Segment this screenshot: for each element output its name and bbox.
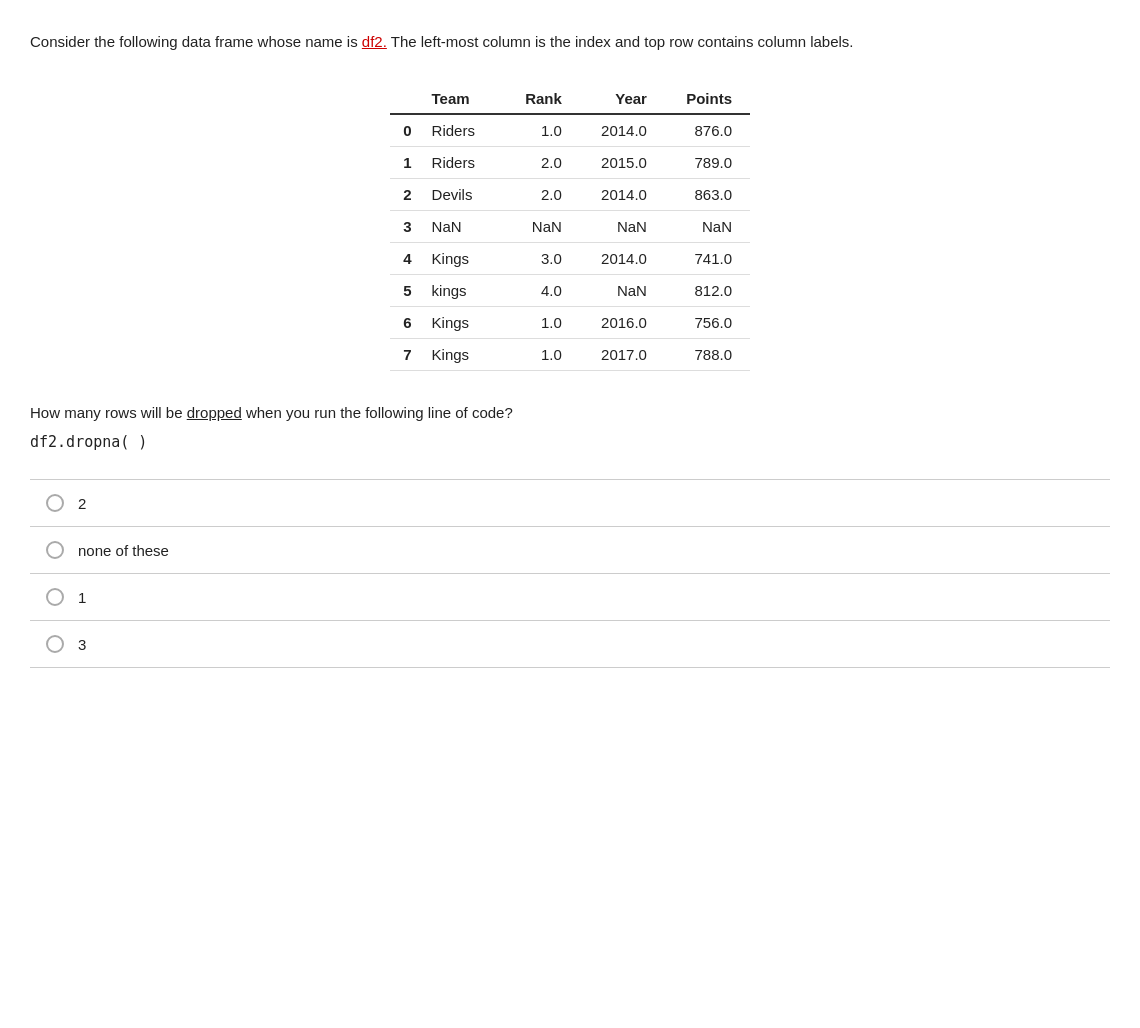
radio-button-opt-1[interactable]	[46, 588, 64, 606]
cell-year: 2014.0	[580, 243, 665, 275]
dataframe-table-container: Team Rank Year Points 0 Riders 1.0 2014.…	[30, 84, 1110, 371]
question-underline-word: dropped	[187, 404, 242, 421]
option-label-opt-3: 3	[78, 636, 86, 653]
col-team-header: Team	[424, 84, 506, 114]
radio-button-opt-3[interactable]	[46, 635, 64, 653]
cell-team: NaN	[424, 211, 506, 243]
cell-year: 2014.0	[580, 179, 665, 211]
table-row: 1 Riders 2.0 2015.0 789.0	[390, 147, 750, 179]
table-row: 5 kings 4.0 NaN 812.0	[390, 275, 750, 307]
intro-paragraph: Consider the following data frame whose …	[30, 30, 930, 54]
cell-index: 6	[390, 307, 424, 339]
option-label-opt-none-of-these: none of these	[78, 542, 169, 559]
col-index-header	[390, 84, 424, 114]
cell-points: 863.0	[665, 179, 750, 211]
cell-year: NaN	[580, 275, 665, 307]
table-row: 6 Kings 1.0 2016.0 756.0	[390, 307, 750, 339]
cell-points: 756.0	[665, 307, 750, 339]
intro-text-after: The left-most column is the index and to…	[387, 33, 854, 50]
intro-text-before: Consider the following data frame whose …	[30, 33, 362, 50]
option-item-opt-3[interactable]: 3	[30, 621, 1110, 668]
col-year-header: Year	[580, 84, 665, 114]
radio-button-opt-none-of-these[interactable]	[46, 541, 64, 559]
cell-points: 741.0	[665, 243, 750, 275]
table-row: 7 Kings 1.0 2017.0 788.0	[390, 339, 750, 371]
question-text: How many rows will be dropped when you r…	[30, 401, 1110, 425]
cell-year: 2015.0	[580, 147, 665, 179]
cell-index: 3	[390, 211, 424, 243]
answer-options: 2 none of these 1 3	[30, 479, 1110, 668]
cell-team: Kings	[424, 243, 506, 275]
cell-points: 876.0	[665, 114, 750, 147]
cell-team: Kings	[424, 339, 506, 371]
option-label-opt-1: 1	[78, 589, 86, 606]
col-points-header: Points	[665, 84, 750, 114]
cell-rank: 3.0	[506, 243, 580, 275]
dataframe-table: Team Rank Year Points 0 Riders 1.0 2014.…	[390, 84, 750, 371]
cell-rank: 1.0	[506, 339, 580, 371]
df2-name: df2.	[362, 33, 387, 50]
code-snippet: df2.dropna( )	[30, 433, 1110, 451]
cell-index: 2	[390, 179, 424, 211]
question-before: How many rows will be	[30, 404, 187, 421]
option-label-opt-2: 2	[78, 495, 86, 512]
cell-rank: 2.0	[506, 179, 580, 211]
table-row: 3 NaN NaN NaN NaN	[390, 211, 750, 243]
table-row: 0 Riders 1.0 2014.0 876.0	[390, 114, 750, 147]
cell-year: 2017.0	[580, 339, 665, 371]
cell-index: 5	[390, 275, 424, 307]
table-header-row: Team Rank Year Points	[390, 84, 750, 114]
cell-index: 0	[390, 114, 424, 147]
cell-team: Devils	[424, 179, 506, 211]
cell-index: 1	[390, 147, 424, 179]
cell-index: 4	[390, 243, 424, 275]
col-rank-header: Rank	[506, 84, 580, 114]
cell-points: 812.0	[665, 275, 750, 307]
table-row: 4 Kings 3.0 2014.0 741.0	[390, 243, 750, 275]
cell-rank: 1.0	[506, 307, 580, 339]
cell-year: 2016.0	[580, 307, 665, 339]
cell-rank: 4.0	[506, 275, 580, 307]
cell-year: 2014.0	[580, 114, 665, 147]
cell-rank: 2.0	[506, 147, 580, 179]
cell-points: 789.0	[665, 147, 750, 179]
cell-points: 788.0	[665, 339, 750, 371]
cell-points: NaN	[665, 211, 750, 243]
cell-team: Kings	[424, 307, 506, 339]
cell-rank: 1.0	[506, 114, 580, 147]
option-item-opt-2[interactable]: 2	[30, 479, 1110, 527]
cell-team: Riders	[424, 114, 506, 147]
question-after: when you run the following line of code?	[242, 404, 513, 421]
option-item-opt-1[interactable]: 1	[30, 574, 1110, 621]
cell-rank: NaN	[506, 211, 580, 243]
radio-button-opt-2[interactable]	[46, 494, 64, 512]
cell-index: 7	[390, 339, 424, 371]
cell-team: kings	[424, 275, 506, 307]
cell-team: Riders	[424, 147, 506, 179]
table-row: 2 Devils 2.0 2014.0 863.0	[390, 179, 750, 211]
cell-year: NaN	[580, 211, 665, 243]
option-item-opt-none-of-these[interactable]: none of these	[30, 527, 1110, 574]
